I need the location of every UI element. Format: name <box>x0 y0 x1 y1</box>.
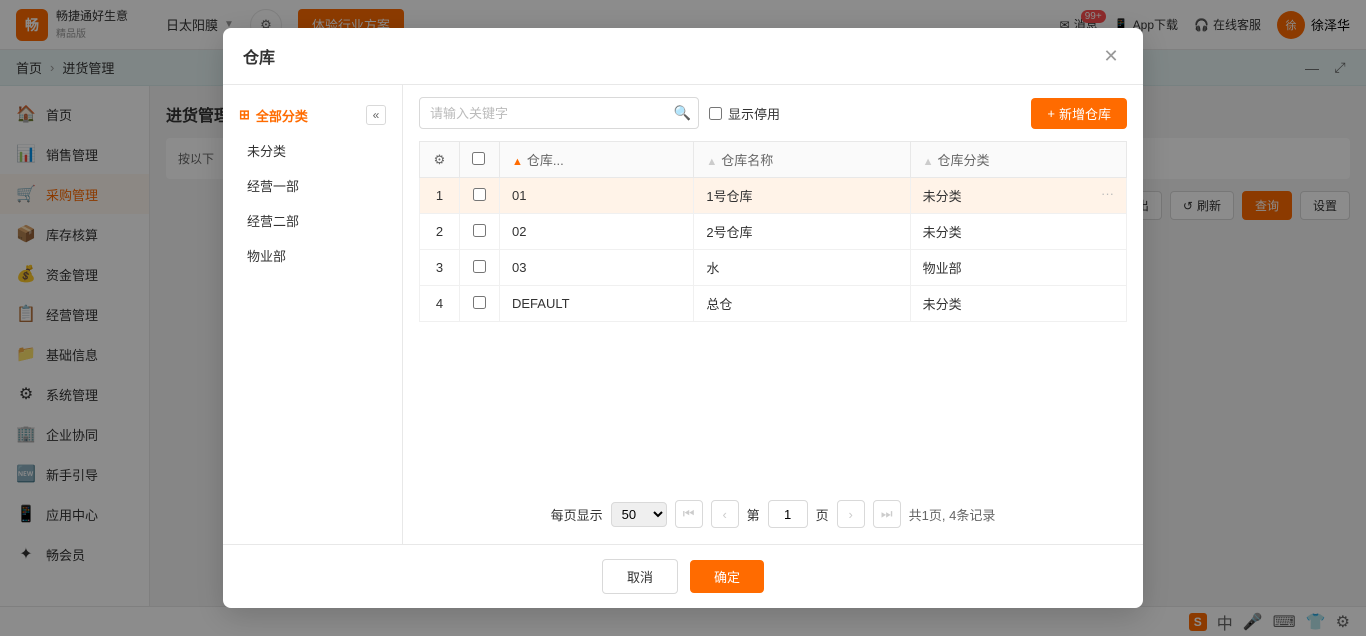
row-category: 物业部 <box>910 250 1126 286</box>
col-name: ▲仓库名称 <box>694 142 910 178</box>
row-no: 3 <box>420 250 460 286</box>
table-container: ⚙ ▲仓库... ▲仓库名称 ▲仓库分类 1 01 <box>419 141 1127 488</box>
row-code: 03 <box>500 250 694 286</box>
add-btn-label: 新增仓库 <box>1059 104 1111 123</box>
row-name: 总仓 <box>694 286 910 322</box>
warehouse-modal: 仓库 ✕ ⊞ 全部分类 « 未分类 经营一部 <box>223 28 1143 608</box>
row-code: 02 <box>500 214 694 250</box>
table-row: 2 02 2号仓库 未分类 <box>420 214 1127 250</box>
row-category: 未分类 <box>910 214 1126 250</box>
row-no: 2 <box>420 214 460 250</box>
row-checkbox[interactable] <box>473 188 486 201</box>
modal-close-button[interactable]: ✕ <box>1099 44 1123 68</box>
row-checkbox[interactable] <box>473 260 486 273</box>
show-disabled-wrap: 显示停用 <box>709 104 780 123</box>
row-checkbox-cell <box>460 214 500 250</box>
row-checkbox-cell <box>460 286 500 322</box>
row-checkbox[interactable] <box>473 224 486 237</box>
modal-left-panel: ⊞ 全部分类 « 未分类 经营一部 经营二部 物业部 <box>223 85 403 544</box>
page-label: 第 <box>747 505 760 524</box>
col-gear: ⚙ <box>420 142 460 178</box>
col-category: ▲仓库分类 <box>910 142 1126 178</box>
row-code: 01 <box>500 178 694 214</box>
category-item-ops1[interactable]: 经营一部 <box>223 168 402 203</box>
col-code: ▲仓库... <box>500 142 694 178</box>
search-input[interactable] <box>419 97 699 129</box>
table-row: 3 03 水 物业部 <box>420 250 1127 286</box>
select-all-checkbox[interactable] <box>472 152 485 165</box>
row-action-icon[interactable]: ··· <box>1101 186 1114 201</box>
category-item-property[interactable]: 物业部 <box>223 238 402 273</box>
plus-icon: + <box>1047 106 1055 121</box>
row-checkbox-cell <box>460 178 500 214</box>
table-row: 1 01 1号仓库 未分类 ··· <box>420 178 1127 214</box>
page-total-info: 共1页, 4条记录 <box>909 505 996 524</box>
page-size-label: 每页显示 <box>551 505 603 524</box>
page-suffix: 页 <box>816 505 829 524</box>
confirm-button[interactable]: 确定 <box>690 560 764 593</box>
row-no: 1 <box>420 178 460 214</box>
all-category-label: 全部分类 <box>256 106 308 125</box>
category-header: ⊞ 全部分类 « <box>223 97 402 133</box>
show-disabled-label: 显示停用 <box>728 104 780 123</box>
cancel-button[interactable]: 取消 <box>602 559 678 594</box>
category-item-ops2[interactable]: 经营二部 <box>223 203 402 238</box>
add-warehouse-button[interactable]: + 新增仓库 <box>1031 98 1127 129</box>
search-button[interactable]: 🔍 <box>674 105 691 122</box>
modal-header: 仓库 ✕ <box>223 28 1143 85</box>
modal-body: ⊞ 全部分类 « 未分类 经营一部 经营二部 物业部 <box>223 85 1143 544</box>
modal-toolbar: 🔍 显示停用 + 新增仓库 <box>419 97 1127 129</box>
prev-page-button[interactable]: ‹ <box>711 500 739 528</box>
next-page-button[interactable]: › <box>837 500 865 528</box>
collapse-button[interactable]: « <box>366 105 386 125</box>
all-category-title[interactable]: ⊞ 全部分类 <box>239 106 308 125</box>
row-name: 2号仓库 <box>694 214 910 250</box>
table-row: 4 DEFAULT 总仓 未分类 <box>420 286 1127 322</box>
row-checkbox-cell <box>460 250 500 286</box>
row-checkbox[interactable] <box>473 296 486 309</box>
row-no: 4 <box>420 286 460 322</box>
show-disabled-checkbox[interactable] <box>709 107 722 120</box>
col-checkbox <box>460 142 500 178</box>
row-category: 未分类 <box>910 286 1126 322</box>
category-item-unclassified[interactable]: 未分类 <box>223 133 402 168</box>
search-wrap: 🔍 <box>419 97 699 129</box>
row-name: 水 <box>694 250 910 286</box>
warehouse-table: ⚙ ▲仓库... ▲仓库名称 ▲仓库分类 1 01 <box>419 141 1127 322</box>
modal-footer: 取消 确定 <box>223 544 1143 608</box>
modal-title: 仓库 <box>243 44 275 68</box>
row-code: DEFAULT <box>500 286 694 322</box>
page-size-select[interactable]: 10 20 50 100 <box>611 502 667 527</box>
grid-icon: ⊞ <box>239 107 250 123</box>
row-name: 1号仓库 <box>694 178 910 214</box>
modal-right-panel: 🔍 显示停用 + 新增仓库 <box>403 85 1143 544</box>
pagination: 每页显示 10 20 50 100 ⏮ ‹ 第 页 › ⏭ 共1页, 4条记录 <box>419 488 1127 532</box>
modal-overlay: 仓库 ✕ ⊞ 全部分类 « 未分类 经营一部 <box>0 0 1366 636</box>
first-page-button[interactable]: ⏮ <box>675 500 703 528</box>
row-category: 未分类 ··· <box>910 178 1126 214</box>
last-page-button[interactable]: ⏭ <box>873 500 901 528</box>
page-number-input[interactable] <box>768 500 808 528</box>
